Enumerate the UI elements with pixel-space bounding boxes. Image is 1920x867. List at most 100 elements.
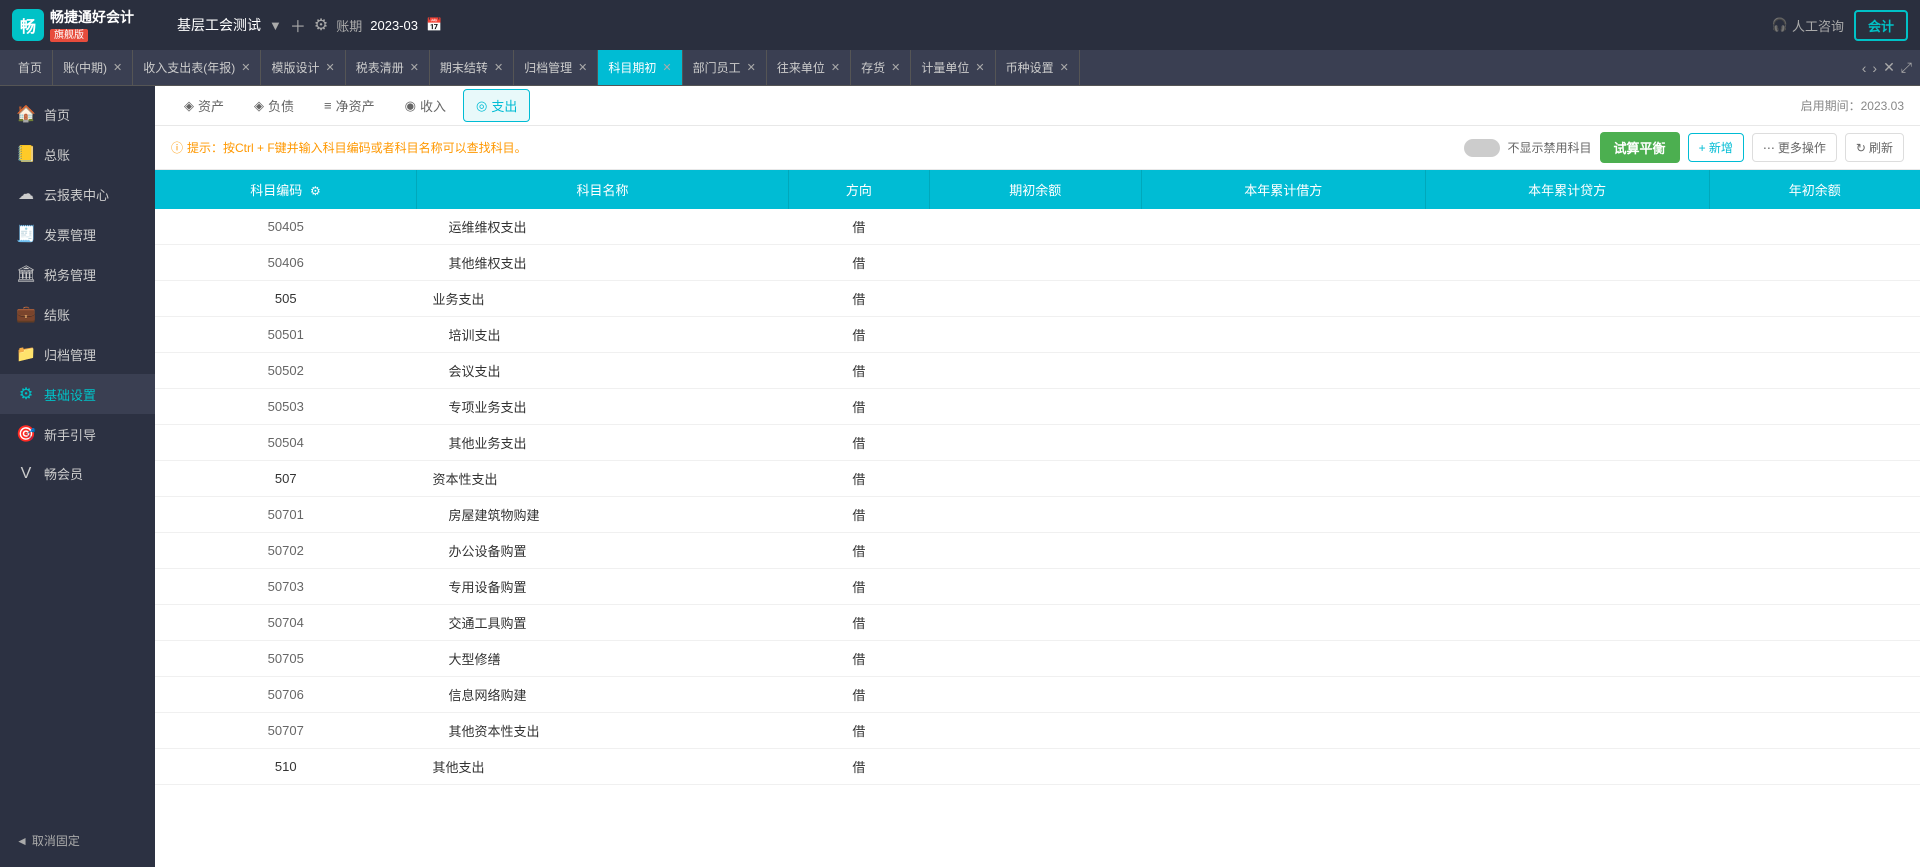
sidebar-item-ledger[interactable]: 📒 总账	[0, 134, 155, 174]
tab-close-icon[interactable]: ✕	[494, 61, 503, 74]
invoice-icon: 🧾	[16, 224, 36, 244]
tab-unit[interactable]: 计量单位 ✕	[911, 50, 995, 86]
sidebar-item-archive[interactable]: 📁 归档管理	[0, 334, 155, 374]
tab-department-staff[interactable]: 部门员工 ✕	[683, 50, 767, 86]
sidebar-item-guide[interactable]: 🎯 新手引导	[0, 414, 155, 454]
tab-close-icon[interactable]: ✕	[747, 61, 756, 74]
tab-homepage[interactable]: 首页	[8, 50, 53, 86]
table-row[interactable]: 50707 其他资本性支出 借	[155, 713, 1920, 749]
tab-label: 往来单位	[777, 59, 825, 76]
tab-label: 净资产	[336, 96, 375, 115]
sidebar-collapse-button[interactable]: ◄ 取消固定	[0, 822, 155, 859]
content-area: ◈ 资产 ◈ 负债 ≡ 净资产 ◉ 收入 ◎ 支出 启用期间：2023.03	[155, 86, 1920, 867]
table-row[interactable]: 50405 运维维权支出 借	[155, 209, 1920, 245]
cell-ytd-credit	[1425, 281, 1709, 317]
table-row[interactable]: 50702 办公设备购置 借	[155, 533, 1920, 569]
tab-next-icon[interactable]: ›	[1872, 60, 1877, 76]
sidebar-item-home[interactable]: 🏠 首页	[0, 94, 155, 134]
sidebar-label: 结账	[44, 305, 70, 324]
content-tab-liabilities[interactable]: ◈ 负债	[241, 89, 307, 122]
logo-area: 畅 畅捷通好会计 旗舰版	[12, 9, 167, 41]
table-row[interactable]: 50701 房屋建筑物购建 借	[155, 497, 1920, 533]
col-header-ytd-credit: 本年累计贷方	[1425, 170, 1709, 209]
tab-inventory[interactable]: 存货 ✕	[851, 50, 911, 86]
tab-close-icon[interactable]: ✕	[662, 61, 671, 74]
table-row[interactable]: 50705 大型修缮 借	[155, 641, 1920, 677]
tab-prev-icon[interactable]: ‹	[1862, 60, 1867, 76]
table-row[interactable]: 50703 专用设备购置 借	[155, 569, 1920, 605]
sidebar-item-invoice[interactable]: 🧾 发票管理	[0, 214, 155, 254]
tab-label: 科目期初	[608, 59, 656, 76]
cell-year-opening	[1709, 353, 1920, 389]
home-icon: 🏠	[16, 104, 36, 124]
content-tab-expenditure[interactable]: ◎ 支出	[463, 89, 530, 122]
table-row[interactable]: 505 业务支出 借	[155, 281, 1920, 317]
sidebar-item-membership[interactable]: V 畅会员	[0, 454, 155, 493]
tab-close-icon[interactable]: ✕	[891, 61, 900, 74]
tab-template-design[interactable]: 模版设计 ✕	[261, 50, 345, 86]
table-row[interactable]: 50704 交通工具购置 借	[155, 605, 1920, 641]
tab-close-icon[interactable]: ✕	[410, 61, 419, 74]
calendar-icon[interactable]: 📅	[426, 17, 442, 33]
trial-balance-button[interactable]: 试算平衡	[1600, 132, 1680, 163]
cell-code: 507	[155, 461, 417, 497]
tab-archive[interactable]: 归档管理 ✕	[514, 50, 598, 86]
tab-currency[interactable]: 币种设置 ✕	[996, 50, 1080, 86]
disable-toggle[interactable]	[1464, 139, 1500, 157]
sidebar-item-tax[interactable]: 🏛 税务管理	[0, 254, 155, 294]
cell-direction: 借	[789, 389, 930, 425]
top-right: 🎧 人工咨询 会计	[1772, 10, 1908, 41]
cell-code: 50406	[155, 245, 417, 281]
table-row[interactable]: 50503 专项业务支出 借	[155, 389, 1920, 425]
refresh-button[interactable]: ↻ 刷新	[1845, 133, 1904, 162]
tab-close-icon[interactable]: ✕	[325, 61, 334, 74]
sidebar-item-settle[interactable]: 💼 结账	[0, 294, 155, 334]
tab-close-icon[interactable]: ✕	[578, 61, 587, 74]
tab-close-icon[interactable]: ✕	[241, 61, 250, 74]
cell-opening	[929, 425, 1141, 461]
tab-close-icon[interactable]: ✕	[113, 61, 122, 74]
table-row[interactable]: 507 资本性支出 借	[155, 461, 1920, 497]
tab-counterparty[interactable]: 往来单位 ✕	[767, 50, 851, 86]
table-row[interactable]: 50504 其他业务支出 借	[155, 425, 1920, 461]
top-center: 基层工会测试 ▼ ＋ ⚙ 账期 2023-03 📅	[177, 13, 1762, 37]
cell-ytd-credit	[1425, 317, 1709, 353]
content-tab-net-assets[interactable]: ≡ 净资产	[311, 89, 388, 122]
tab-close-icon[interactable]: ✕	[1060, 61, 1069, 74]
cell-name: 运维维权支出	[417, 209, 789, 245]
company-dropdown-icon[interactable]: ▼	[269, 18, 282, 33]
tab-period-end[interactable]: 期末结转 ✕	[430, 50, 514, 86]
cell-ytd-credit	[1425, 353, 1709, 389]
more-operations-button[interactable]: ⋯ 更多操作	[1752, 133, 1837, 162]
table-row[interactable]: 50706 信息网络购建 借	[155, 677, 1920, 713]
table-row[interactable]: 510 其他支出 借	[155, 749, 1920, 785]
tab-close-icon[interactable]: ✕	[975, 61, 984, 74]
cell-code: 50503	[155, 389, 417, 425]
sidebar-item-settings[interactable]: ⚙ 基础设置	[0, 374, 155, 414]
help-button[interactable]: 🎧 人工咨询	[1772, 16, 1844, 35]
tab-subject-initial[interactable]: 科目期初 ✕	[598, 50, 682, 86]
settings-icon[interactable]: ⚙	[314, 15, 328, 35]
cell-opening	[929, 497, 1141, 533]
tab-tax-list[interactable]: 税表清册 ✕	[346, 50, 430, 86]
cell-opening	[929, 245, 1141, 281]
cell-direction: 借	[789, 461, 930, 497]
sidebar-label: 基础设置	[44, 385, 96, 404]
tab-shouru-zhichu[interactable]: 收入支出表(年报) ✕	[133, 50, 261, 86]
table-row[interactable]: 50501 培训支出 借	[155, 317, 1920, 353]
settle-icon: 💼	[16, 304, 36, 324]
tab-maximize-icon[interactable]: ⤢	[1901, 59, 1912, 76]
new-button[interactable]: + 新增	[1688, 133, 1744, 162]
kuaiji-button[interactable]: 会计	[1854, 10, 1908, 41]
sidebar-item-reports[interactable]: ☁ 云报表中心	[0, 174, 155, 214]
table-row[interactable]: 50406 其他维权支出 借	[155, 245, 1920, 281]
content-tab-assets[interactable]: ◈ 资产	[171, 89, 237, 122]
column-settings-icon[interactable]: ⚙	[310, 184, 321, 198]
tab-close-icon[interactable]: ✕	[831, 61, 840, 74]
tab-close-all-icon[interactable]: ✕	[1883, 59, 1895, 76]
table-row[interactable]: 50502 会议支出 借	[155, 353, 1920, 389]
tab-zhangqizhong[interactable]: 账(中期) ✕	[53, 50, 133, 86]
notice-text: ⓘ 提示：按Ctrl + F键并输入科目编码或者科目名称可以查找科目。	[171, 139, 1456, 156]
content-tab-income[interactable]: ◉ 收入	[392, 89, 459, 122]
add-tab-button[interactable]: ＋	[290, 13, 306, 37]
